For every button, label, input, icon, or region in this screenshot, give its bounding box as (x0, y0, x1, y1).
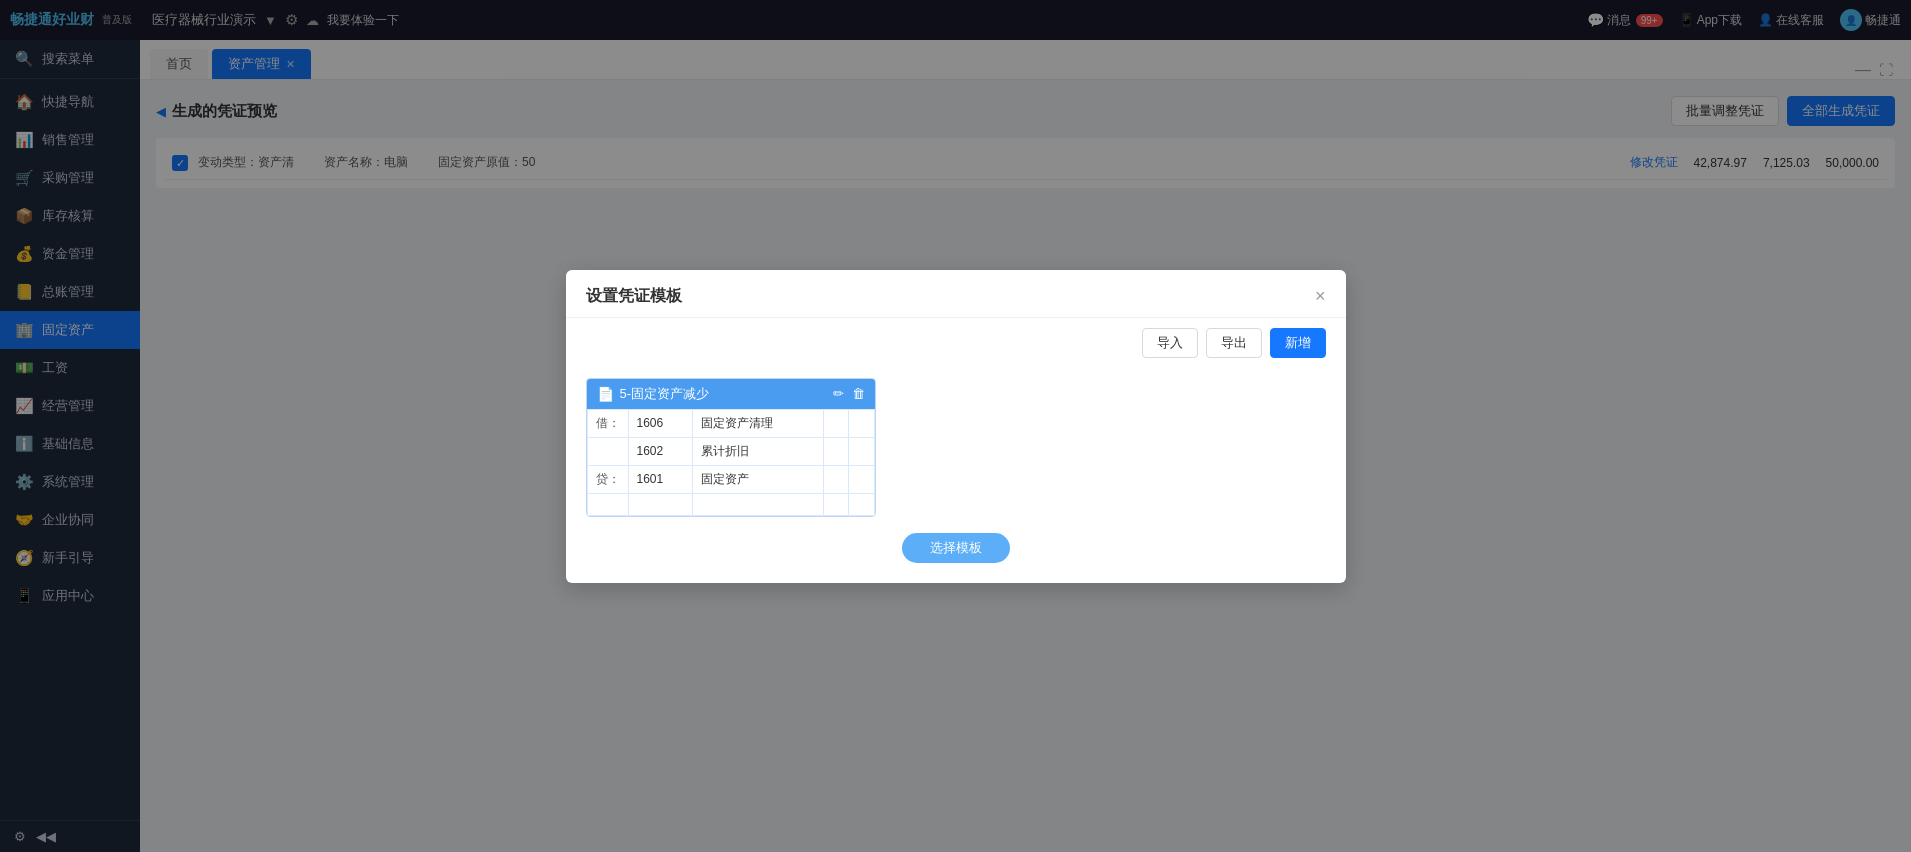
row2-code: 1602 (628, 437, 692, 465)
empty-col3 (692, 493, 823, 515)
row1-debit (824, 409, 849, 437)
empty-col2 (628, 493, 692, 515)
row1-name: 固定资产清理 (692, 409, 823, 437)
new-template-btn[interactable]: 新增 (1270, 328, 1326, 358)
import-btn[interactable]: 导入 (1142, 328, 1198, 358)
row2-name: 累计折旧 (692, 437, 823, 465)
row3-name: 固定资产 (692, 465, 823, 493)
template-card-header-left: 📄 5-固定资产减少 (597, 385, 710, 403)
template-row-2: 1602 累计折旧 (587, 437, 874, 465)
template-card: 📄 5-固定资产减少 ✏ 🗑 借： 1606 固 (586, 378, 876, 517)
modal-toolbar: 导入 导出 新增 (566, 318, 1346, 368)
empty-col4 (824, 493, 849, 515)
row1-code: 1606 (628, 409, 692, 437)
template-row-3: 贷： 1601 固定资产 (587, 465, 874, 493)
modal-dialog: 设置凭证模板 × 导入 导出 新增 📄 5-固定资产减少 ✏ 🗑 (566, 270, 1346, 583)
modal-overlay: 设置凭证模板 × 导入 导出 新增 📄 5-固定资产减少 ✏ 🗑 (0, 0, 1911, 852)
modal-title: 设置凭证模板 (586, 286, 682, 307)
template-row-1: 借： 1606 固定资产清理 (587, 409, 874, 437)
template-card-actions: ✏ 🗑 (833, 386, 865, 401)
row3-code: 1601 (628, 465, 692, 493)
select-template-btn[interactable]: 选择模板 (902, 533, 1010, 563)
row1-type: 借： (587, 409, 628, 437)
template-delete-btn[interactable]: 🗑 (852, 386, 865, 401)
template-file-icon: 📄 (597, 386, 614, 402)
row2-credit (849, 437, 874, 465)
template-name: 5-固定资产减少 (620, 385, 710, 403)
row2-type (587, 437, 628, 465)
template-card-header: 📄 5-固定资产减少 ✏ 🗑 (587, 379, 875, 409)
template-row-empty (587, 493, 874, 515)
empty-col1 (587, 493, 628, 515)
row1-credit (849, 409, 874, 437)
row3-type: 贷： (587, 465, 628, 493)
empty-col5 (849, 493, 874, 515)
export-btn[interactable]: 导出 (1206, 328, 1262, 358)
template-edit-btn[interactable]: ✏ (833, 386, 844, 401)
row3-credit (849, 465, 874, 493)
row3-debit (824, 465, 849, 493)
template-table: 借： 1606 固定资产清理 1602 累计折旧 (587, 409, 875, 516)
template-card-body: 借： 1606 固定资产清理 1602 累计折旧 (587, 409, 875, 516)
modal-header: 设置凭证模板 × (566, 270, 1346, 318)
modal-close-btn[interactable]: × (1315, 287, 1326, 305)
row2-debit (824, 437, 849, 465)
modal-body: 📄 5-固定资产减少 ✏ 🗑 借： 1606 固 (566, 368, 1346, 583)
